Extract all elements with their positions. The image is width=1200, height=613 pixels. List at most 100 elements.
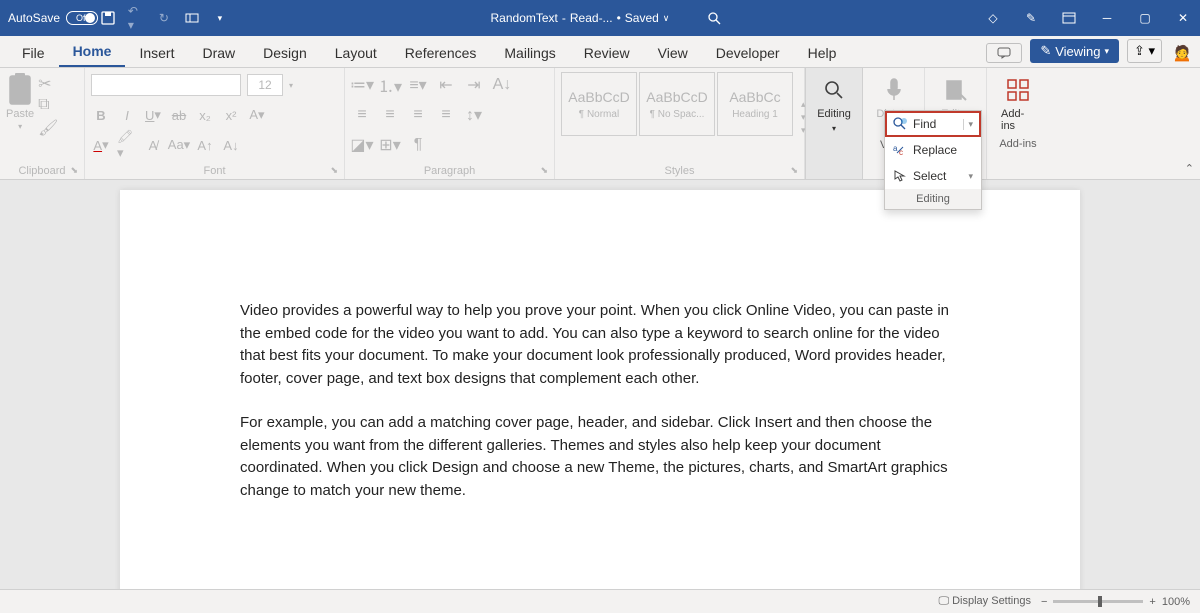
ribbon-tabs: File Home Insert Draw Design Layout Refe…	[0, 36, 1200, 68]
page: Video provides a powerful way to help yo…	[120, 190, 1080, 589]
format-painter-icon: 🖌	[38, 118, 56, 134]
tab-design[interactable]: Design	[249, 39, 321, 67]
zoom-control[interactable]: − + 100%	[1041, 596, 1190, 608]
find-menu-item[interactable]: Find ▾	[885, 111, 981, 137]
editing-dropdown: Find ▾ ac Replace Select ▾ Editing	[884, 110, 982, 210]
shading-button: ◪▾	[351, 135, 373, 155]
dialog-launcher-icon[interactable]: ⬊	[540, 165, 548, 176]
group-editing: Editing ▾	[805, 68, 863, 179]
shrink-font-button: A↓	[221, 135, 241, 155]
search-icon	[820, 76, 848, 104]
tab-review[interactable]: Review	[570, 39, 644, 67]
ribbon-display-icon[interactable]	[1060, 9, 1078, 27]
borders-button: ⊞▾	[379, 135, 401, 155]
addins-group-label: Add-ins	[999, 138, 1036, 150]
replace-icon: ac	[893, 143, 907, 157]
close-icon[interactable]: ✕	[1174, 9, 1192, 27]
share-button[interactable]: ⇪ ▾	[1127, 39, 1162, 63]
tab-file[interactable]: File	[8, 39, 59, 67]
subscript-button: x₂	[195, 105, 215, 125]
redo-icon[interactable]: ↻	[156, 10, 172, 26]
style-nospacing: AaBbCcD¶ No Spac...	[639, 72, 715, 136]
line-spacing-button: ↕▾	[463, 105, 485, 125]
autosave-switch-off[interactable]	[66, 11, 98, 25]
tab-developer[interactable]: Developer	[702, 39, 794, 67]
save-icon[interactable]	[100, 10, 116, 26]
font-size-combo: 12	[247, 74, 283, 96]
tab-insert[interactable]: Insert	[125, 39, 188, 67]
qat-dropdown-icon[interactable]: ▾	[212, 10, 228, 26]
style-normal: AaBbCcD¶ Normal	[561, 72, 637, 136]
clear-formatting-button: A̸	[143, 135, 163, 155]
replace-label: Replace	[913, 143, 957, 157]
paste-icon	[6, 72, 34, 106]
highlight-button: 🖍▾	[117, 135, 137, 155]
zoom-in-icon[interactable]: +	[1149, 596, 1155, 608]
maximize-icon[interactable]: ▢	[1136, 9, 1154, 27]
group-clipboard: Paste ▾ ✂ ⧉ 🖌 Clipboard⬊	[0, 68, 85, 179]
zoom-out-icon[interactable]: −	[1041, 596, 1047, 608]
zoom-level[interactable]: 100%	[1162, 596, 1190, 608]
find-label: Find	[913, 117, 936, 131]
display-settings-button[interactable]: 🖵 Display Settings	[938, 595, 1031, 608]
save-state: Saved	[625, 11, 659, 25]
search-icon[interactable]	[707, 11, 721, 25]
numbering-button: ⒈▾	[379, 75, 401, 95]
user-account-icon[interactable]: 🙍	[1172, 43, 1192, 63]
tab-layout[interactable]: Layout	[321, 39, 391, 67]
dialog-launcher-icon[interactable]: ⬊	[330, 165, 338, 176]
pencil-icon[interactable]: ✎	[1022, 9, 1040, 27]
font-name-combo	[91, 74, 241, 96]
title-sep: -	[562, 11, 566, 25]
comments-button[interactable]	[986, 43, 1022, 63]
viewing-icon: ✎	[1040, 43, 1051, 59]
group-font: 12 ▾ B I U▾ ab x₂ x² A▾ A▾ 🖍▾ A̸ Aa▾ A↑ …	[85, 68, 345, 179]
dialog-launcher-icon[interactable]: ⬊	[70, 165, 78, 176]
dialog-launcher-icon[interactable]: ⬊	[790, 165, 798, 176]
increase-indent-button: ⇥	[463, 75, 485, 95]
zoom-slider[interactable]	[1053, 600, 1143, 603]
paste-button: Paste ▾	[6, 72, 34, 163]
select-icon	[893, 169, 907, 183]
tab-help[interactable]: Help	[794, 39, 851, 67]
diamond-icon[interactable]: ◇	[984, 9, 1002, 27]
bullets-button: ≔▾	[351, 75, 373, 95]
undo-icon[interactable]: ↶ ▾	[128, 10, 144, 26]
group-styles: AaBbCcD¶ Normal AaBbCcD¶ No Spac... AaBb…	[555, 68, 805, 179]
tab-view[interactable]: View	[644, 39, 702, 67]
paragraph-1[interactable]: Video provides a powerful way to help yo…	[240, 300, 960, 390]
tab-draw[interactable]: Draw	[188, 39, 249, 67]
document-title: RandomText - Read-... • Saved ∨	[228, 11, 984, 25]
paste-label: Paste	[6, 108, 34, 120]
font-color-button: A▾	[91, 135, 111, 155]
title-dropdown-icon[interactable]: ∨	[663, 13, 670, 24]
collapse-ribbon-icon[interactable]: ⌃	[1185, 162, 1194, 175]
select-menu-item[interactable]: Select ▾	[885, 163, 981, 189]
tab-home[interactable]: Home	[59, 37, 126, 67]
italic-button: I	[117, 105, 137, 125]
replace-menu-item[interactable]: ac Replace	[885, 137, 981, 163]
autosave-toggle[interactable]: AutoSave Off	[8, 11, 88, 25]
tab-references[interactable]: References	[391, 39, 491, 67]
styles-label: Styles	[665, 165, 695, 177]
cut-icon: ✂	[38, 74, 56, 90]
editing-button[interactable]: Editing ▾	[812, 72, 856, 137]
find-split-arrow[interactable]: ▾	[963, 119, 973, 130]
minimize-icon[interactable]: ─	[1098, 9, 1116, 27]
copy-icon: ⧉	[38, 96, 56, 112]
document-area[interactable]: Video provides a powerful way to help yo…	[0, 180, 1200, 589]
viewing-mode-button[interactable]: ✎ Viewing ▾	[1030, 39, 1119, 63]
title-bar: AutoSave Off ↶ ▾ ↻ ▾ RandomText - Read-.…	[0, 0, 1200, 36]
addins-button[interactable]: Add-ins	[993, 72, 1043, 136]
tab-mailings[interactable]: Mailings	[490, 39, 569, 67]
paragraph-2[interactable]: For example, you can add a matching cove…	[240, 412, 960, 502]
bold-button: B	[91, 105, 111, 125]
touch-mode-icon[interactable]	[184, 10, 200, 26]
align-center-button: ≡	[379, 105, 401, 125]
ribbon: Paste ▾ ✂ ⧉ 🖌 Clipboard⬊ 12 ▾ B I U▾ ab	[0, 68, 1200, 180]
grow-font-button: A↑	[195, 135, 215, 155]
align-right-button: ≡	[407, 105, 429, 125]
style-heading1: AaBbCcHeading 1	[717, 72, 793, 136]
select-split-arrow[interactable]: ▾	[964, 171, 973, 182]
show-marks-button: ¶	[407, 135, 429, 155]
